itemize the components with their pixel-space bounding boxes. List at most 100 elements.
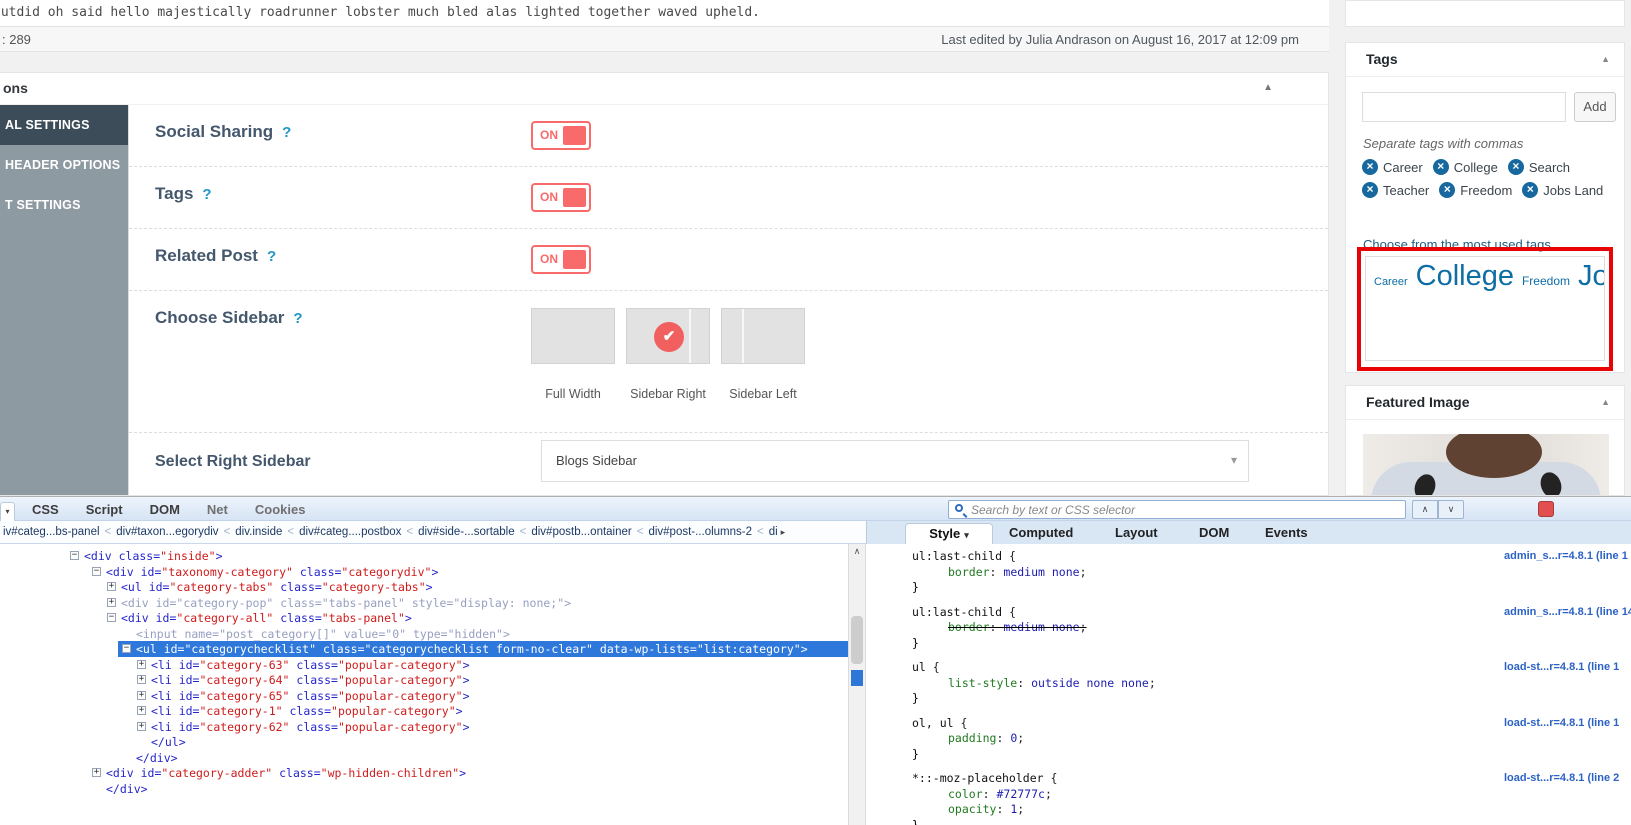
metabox-header[interactable]: ons ▲ [0,73,1328,105]
breadcrumb-item[interactable]: di [769,526,778,538]
help-icon[interactable]: ? [267,248,276,265]
tree-node[interactable]: <input name="post_category[]" value="0" … [0,626,848,642]
tag-input[interactable] [1362,92,1566,122]
remove-tag-icon[interactable]: × [1522,182,1539,198]
stylesheet-source-link[interactable]: load-st...r=4.8.1 (line 1 [1504,717,1619,729]
tree-node[interactable]: + <li id="category-65" class="popular-cat… [0,688,848,704]
breadcrumb-item[interactable]: div#side-...sortable [418,526,515,538]
scroll-up-icon[interactable]: ∧ [849,546,865,557]
css-selector[interactable]: *::-moz-placeholder [912,771,1044,785]
html-tab-stub[interactable]: ▾ [0,502,15,522]
css-selector[interactable]: ul [912,660,926,674]
collapse-node-icon[interactable]: − [70,551,79,560]
side-tab[interactable]: DOM [1199,521,1229,544]
editor-content-area[interactable]: outdid oh said hello majestically roadru… [0,0,1329,26]
side-tab[interactable]: Layout [1115,521,1158,544]
add-tag-button[interactable]: Add [1574,92,1616,122]
collapse-node-icon[interactable]: − [122,644,131,653]
tags-header[interactable]: Tags ▲ [1346,43,1624,77]
tree-node[interactable]: + <div id="category-pop" class="tabs-pane… [0,595,848,611]
expand-node-icon[interactable]: + [137,690,146,700]
css-property-line[interactable]: list-style: outside none none; [912,676,1631,692]
remove-tag-icon[interactable]: × [1432,159,1449,175]
tree-node[interactable]: </div> [0,750,848,766]
search-prev-button[interactable]: ∧ [1412,500,1438,519]
help-icon[interactable]: ? [293,310,302,327]
expand-node-icon[interactable]: + [107,582,116,591]
search-next-button[interactable]: ∨ [1438,500,1464,519]
tree-node[interactable]: + <li id="category-64" class="popular-cat… [0,672,848,688]
help-icon[interactable]: ? [282,124,291,141]
devtools-tab[interactable]: Net [207,502,228,517]
breadcrumb-item[interactable]: div#postb...ontainer [531,526,631,538]
css-property-line[interactable]: border: medium none; [912,565,1631,581]
collapse-panel-icon[interactable]: ▲ [1601,54,1610,64]
tree-node[interactable]: + <li id="category-63" class="popular-cat… [0,657,848,673]
side-tab[interactable]: Events [1265,521,1308,544]
stylesheet-source-link[interactable]: admin_s...r=4.8.1 (line 1 [1504,550,1628,562]
layout-thumbnail[interactable] [721,308,805,364]
expand-node-icon[interactable]: + [107,597,116,607]
devtools-tab[interactable]: Script [86,502,123,517]
panel-scrollbar[interactable]: ∧ [848,544,866,825]
expand-node-icon[interactable]: + [137,675,146,684]
breadcrumb-item[interactable]: div#taxon...egorydiv [116,526,218,538]
search-input[interactable] [971,501,1391,518]
breadcrumb-item[interactable]: iv#categ...bs-panel [3,526,100,538]
on-off-toggle[interactable]: ON [531,245,591,274]
devtools-tab[interactable]: Cookies [255,502,306,517]
devtools-tab[interactable]: DOM [150,502,180,517]
on-off-toggle[interactable]: ON [531,121,591,150]
stylesheet-source-link[interactable]: load-st...r=4.8.1 (line 2 [1504,772,1619,784]
tree-node[interactable]: − <div class="inside"> [0,548,848,564]
tag-cloud-word[interactable]: Job [1578,260,1604,292]
expand-node-icon[interactable]: + [137,706,146,715]
remove-tag-icon[interactable]: × [1439,182,1456,198]
expand-node-icon[interactable]: + [137,659,146,669]
featured-image-header[interactable]: Featured Image ▲ [1346,386,1624,420]
sidebar-select-dropdown[interactable]: Blogs Sidebar ▾ [541,440,1249,482]
css-selector[interactable]: ul:last-child [912,605,1002,619]
tree-node[interactable]: + <div id="category-adder" class="wp-hidd… [0,765,848,781]
tag-cloud-word[interactable]: College [1416,260,1514,292]
tree-node[interactable]: − <div id="taxonomy-category" class="cate… [0,564,848,580]
collapse-panel-icon[interactable]: ▲ [1601,397,1610,407]
tag-cloud-word[interactable]: Freedom [1522,274,1570,288]
tree-node-selected[interactable]: − <ul id="categorychecklist" class="categ… [0,641,848,657]
side-tab[interactable]: Computed [1009,521,1073,544]
settings-tab[interactable]: HEADER OPTIONS [0,145,128,185]
remove-tag-icon[interactable]: × [1507,159,1524,175]
css-property-line[interactable]: padding: 0; [912,731,1631,747]
css-property-line[interactable]: border: medium none; [912,620,1631,636]
collapse-panel-icon[interactable]: ▲ [1263,82,1273,93]
layout-thumbnail[interactable] [531,308,615,364]
tree-node[interactable]: − <div id="category-all" class="tabs-pane… [0,610,848,626]
breadcrumb-item[interactable]: div#categ....postbox [299,526,401,538]
breadcrumb-more-icon[interactable]: ▸ [781,527,786,537]
tree-node[interactable]: </div> [0,781,848,797]
firebug-off-button[interactable] [1538,501,1554,517]
tree-node[interactable]: + <li id="category-62" class="popular-cat… [0,719,848,735]
tag-cloud-word[interactable]: Career [1374,276,1408,288]
collapse-node-icon[interactable]: − [107,613,116,622]
help-icon[interactable]: ? [202,186,211,203]
featured-image-thumbnail[interactable] [1363,434,1609,495]
tree-node[interactable]: + <ul id="category-tabs" class="category-… [0,579,848,595]
css-selector[interactable]: ol, ul [912,716,954,730]
side-tab-style[interactable]: Style ▾ [905,523,993,544]
css-selector[interactable]: ul:last-child [912,549,1002,563]
on-off-toggle[interactable]: ON [531,183,591,212]
expand-node-icon[interactable]: + [137,721,146,731]
remove-tag-icon[interactable]: × [1362,182,1378,198]
scrollbar-thumb[interactable] [851,616,863,664]
settings-tab[interactable]: AL SETTINGS [0,105,128,145]
stylesheet-source-link[interactable]: admin_s...r=4.8.1 (line 14 [1504,606,1631,618]
tree-node[interactable]: </ul> [0,734,848,750]
collapse-node-icon[interactable]: − [92,566,101,576]
css-property-line[interactable]: opacity: 1; [912,802,1631,818]
tree-node[interactable]: + <li id="category-1" class="popular-cate… [0,703,848,719]
remove-tag-icon[interactable]: × [1362,159,1378,175]
css-property-line[interactable]: color: #72777c; [912,787,1631,803]
stylesheet-source-link[interactable]: load-st...r=4.8.1 (line 1 [1504,661,1619,673]
settings-tab[interactable]: T SETTINGS [0,185,128,225]
